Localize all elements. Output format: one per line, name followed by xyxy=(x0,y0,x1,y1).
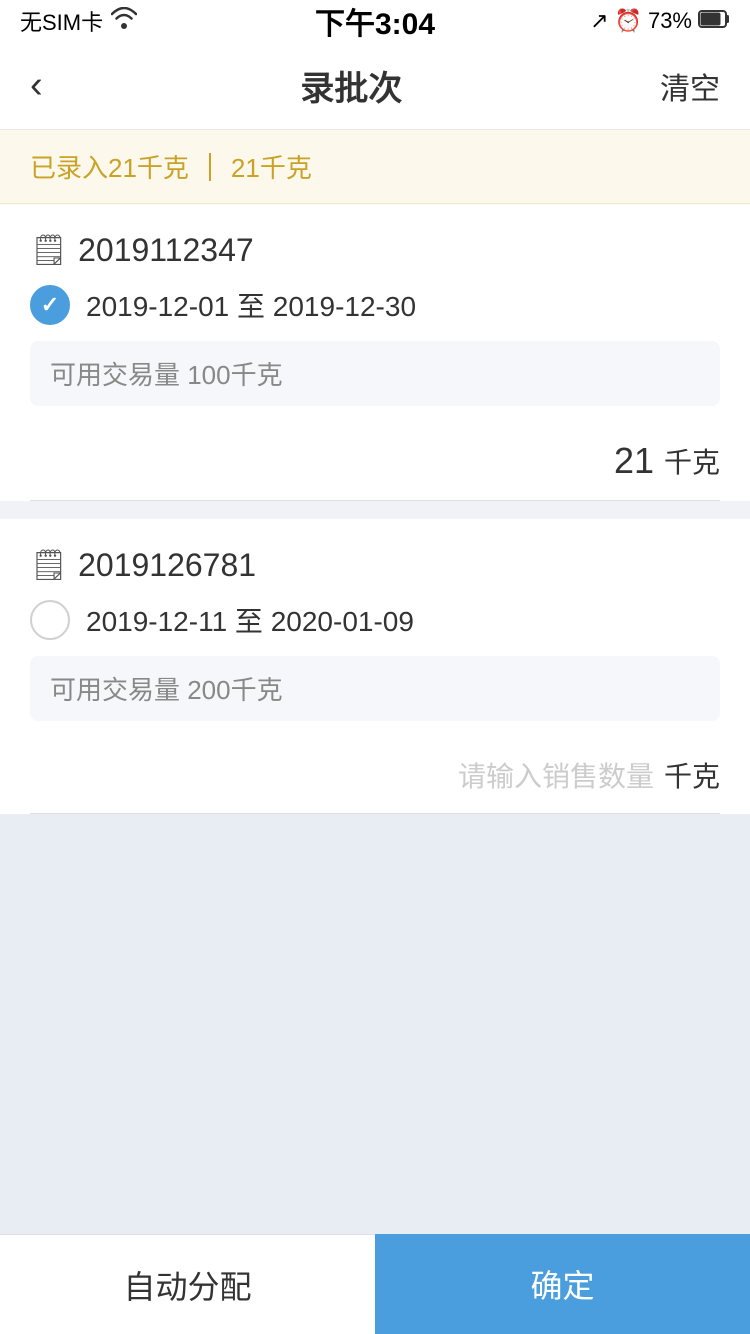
status-left: 无SIM卡 xyxy=(20,5,137,37)
bottom-bar: 自动分配 确定 xyxy=(0,1234,750,1334)
summary-label: 已录入21千克 xyxy=(30,148,189,185)
back-button[interactable]: ‹ xyxy=(30,64,43,107)
card-1-row: 2019-12-01 至 2019-12-30 xyxy=(30,285,720,325)
card-1-icon: 🗒 xyxy=(30,233,68,268)
page-title: 录批次 xyxy=(300,61,402,110)
confirm-button[interactable]: 确定 xyxy=(375,1234,750,1334)
card-1-qty-unit: 千克 xyxy=(664,441,720,481)
card-2-id: 2019126781 xyxy=(78,547,256,584)
card-2-icon: 🗒 xyxy=(30,548,68,583)
card-1-id: 2019112347 xyxy=(78,232,254,269)
card-2-qty-unit: 千克 xyxy=(664,755,720,795)
summary-value: 21千克 xyxy=(231,148,312,185)
status-right: ↗ ⏰ 73% xyxy=(590,8,730,34)
card-1-qty-value[interactable]: 21 xyxy=(614,440,654,482)
card-1-qty-row: 21 千克 xyxy=(30,430,720,501)
card-1-header: 🗒 2019112347 xyxy=(30,232,720,269)
card-2-qty-placeholder: 请输入销售数量 xyxy=(458,755,654,795)
clear-button[interactable]: 清空 xyxy=(660,64,720,108)
card-2: 🗒 2019126781 2019-12-11 至 2020-01-09 可用交… xyxy=(0,519,750,814)
location-icon: ↗ xyxy=(590,8,608,34)
card-1-date-range: 2019-12-01 至 2019-12-30 xyxy=(86,285,416,325)
status-bar: 无SIM卡 下午3:04 ↗ ⏰ 73% xyxy=(0,0,750,42)
card-2-date-range: 2019-12-11 至 2020-01-09 xyxy=(86,600,414,640)
card-1-radio[interactable] xyxy=(30,285,70,325)
battery-percent: 73% xyxy=(648,8,692,34)
card-2-radio[interactable] xyxy=(30,600,70,640)
card-1: 🗒 2019112347 2019-12-01 至 2019-12-30 可用交… xyxy=(0,204,750,501)
card-2-row: 2019-12-11 至 2020-01-09 xyxy=(30,600,720,640)
card-2-qty-row: 请输入销售数量 千克 xyxy=(30,745,720,814)
auto-distribute-button[interactable]: 自动分配 xyxy=(0,1234,375,1334)
card-2-available-qty: 可用交易量 200千克 xyxy=(30,656,720,721)
card-1-available-qty: 可用交易量 100千克 xyxy=(30,341,720,406)
sim-text: 无SIM卡 xyxy=(20,5,103,37)
card-separator xyxy=(0,501,750,519)
card-2-header: 🗒 2019126781 xyxy=(30,547,720,584)
content-wrapper: 🗒 2019112347 2019-12-01 至 2019-12-30 可用交… xyxy=(0,204,750,1308)
summary-divider xyxy=(209,153,211,181)
status-time: 下午3:04 xyxy=(315,0,435,43)
battery-icon xyxy=(698,8,730,34)
alarm-icon: ⏰ xyxy=(615,8,642,34)
nav-bar: ‹ 录批次 清空 xyxy=(0,42,750,130)
wifi-icon xyxy=(111,7,137,35)
summary-banner: 已录入21千克 21千克 xyxy=(0,130,750,204)
